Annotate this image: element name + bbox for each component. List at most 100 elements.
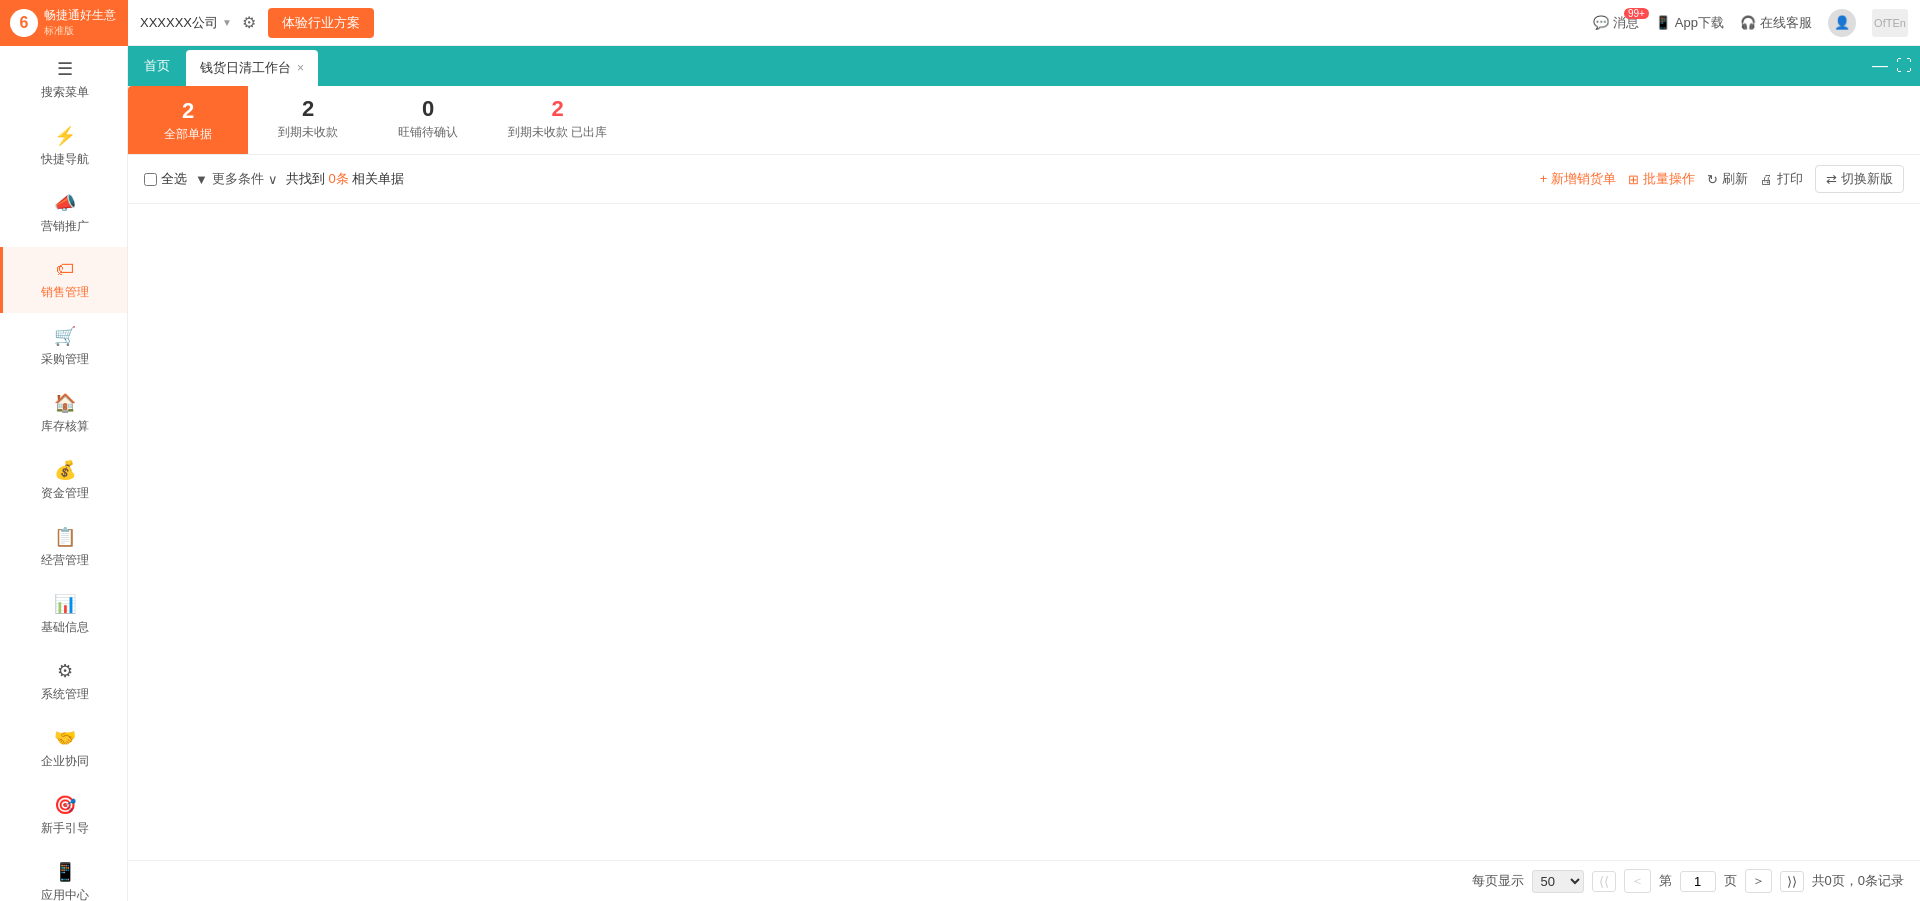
avatar-icon: 👤	[1834, 15, 1850, 30]
sidebar-item-guide[interactable]: 🎯 新手引导	[0, 782, 127, 849]
logo-area: 6 畅捷通好生意 标准版	[0, 0, 128, 46]
sales-icon: 🏷	[56, 259, 74, 280]
stat-num-overdue: 2	[302, 96, 314, 122]
app-center-icon: 📱	[54, 861, 76, 883]
page-first-button[interactable]: ⟨⟨	[1592, 871, 1616, 892]
tab-home[interactable]: 首页	[128, 46, 186, 86]
stat-num-pending: 0	[422, 96, 434, 122]
new-sale-button[interactable]: + 新增销货单	[1540, 170, 1616, 188]
sidebar-item-marketing[interactable]: 📣 营销推广	[0, 180, 127, 247]
batch-icon: ⊞	[1628, 172, 1639, 187]
page-size-label: 每页显示	[1472, 872, 1524, 890]
sidebar-item-search-menu[interactable]: ☰ 搜索菜单	[0, 46, 127, 113]
company-name: XXXXXX公司	[140, 14, 218, 32]
stat-label-all: 全部单据	[164, 126, 212, 143]
print-icon: 🖨	[1760, 172, 1773, 187]
sidebar-label-sales: 销售管理	[41, 284, 89, 301]
stat-tab-all[interactable]: 2 全部单据	[128, 86, 248, 154]
tab-minimize-icon[interactable]: —	[1872, 57, 1888, 75]
finance-icon: 💰	[54, 459, 76, 481]
logo-text: 畅捷通好生意 标准版	[44, 8, 116, 37]
page-input[interactable]	[1680, 871, 1716, 892]
sidebar-item-system[interactable]: ⚙ 系统管理	[0, 648, 127, 715]
select-all-checkbox[interactable]	[144, 173, 157, 186]
print-label: 打印	[1777, 170, 1803, 188]
sidebar-item-basic-info[interactable]: 📊 基础信息	[0, 581, 127, 648]
tab-maximize-icon[interactable]: ⛶	[1896, 57, 1912, 75]
sidebar-label-operation: 经营管理	[41, 552, 89, 569]
batch-label: 批量操作	[1643, 170, 1695, 188]
app-download-label: App下载	[1675, 14, 1724, 32]
online-service-action[interactable]: 🎧 在线客服	[1740, 14, 1812, 32]
logo-icon: 6	[10, 9, 38, 37]
sidebar-label-cooperation: 企业协同	[41, 753, 89, 770]
quick-nav-icon: ⚡	[54, 125, 76, 147]
page-label: 第	[1659, 872, 1672, 890]
message-action[interactable]: 💬 消息 99+	[1593, 14, 1639, 32]
settings-icon[interactable]: ⚙	[242, 13, 256, 32]
stat-num-all: 2	[182, 98, 194, 124]
switch-version-button[interactable]: ⇄ 切换新版	[1815, 165, 1904, 193]
sidebar-item-inventory[interactable]: 🏠 库存核算	[0, 380, 127, 447]
sidebar-label-quick-nav: 快捷导航	[41, 151, 89, 168]
stat-tab-overdue[interactable]: 2 到期未收款	[248, 86, 368, 154]
print-button[interactable]: 🖨 打印	[1760, 170, 1803, 188]
page-last-button[interactable]: ⟩⟩	[1780, 871, 1804, 892]
sidebar-label-search-menu: 搜索菜单	[41, 84, 89, 101]
tab-bar-right: — ⛶	[1872, 57, 1920, 75]
company-selector[interactable]: XXXXXX公司 ▼	[140, 14, 232, 32]
marketing-icon: 📣	[54, 192, 76, 214]
found-suffix: 相关单据	[352, 171, 404, 186]
pagination: 每页显示 50 100 ⟨⟨ ＜ 第 页 ＞ ⟩⟩ 共0页，0条记录	[128, 860, 1920, 901]
stat-label-pending: 旺铺待确认	[398, 124, 458, 141]
sidebar-item-cooperation[interactable]: 🤝 企业协同	[0, 715, 127, 782]
filter-arrow-icon: ∨	[268, 172, 278, 187]
sidebar-label-app-center: 应用中心	[41, 887, 89, 901]
sidebar-item-purchase[interactable]: 🛒 采购管理	[0, 313, 127, 380]
app-download-action[interactable]: 📱 App下载	[1655, 14, 1724, 32]
user-placeholder: OfTEn	[1874, 17, 1906, 29]
toolbar-left: 全选 ▼ 更多条件 ∨ 共找到 0条 相关单据	[144, 170, 404, 188]
search-menu-icon: ☰	[57, 58, 73, 80]
sidebar: ☰ 搜索菜单 ⚡ 快捷导航 📣 营销推广 🏷 销售管理 🛒 采购管理 🏠 库存核…	[0, 46, 128, 901]
page-size-select[interactable]: 50 100	[1532, 870, 1584, 893]
batch-operation-button[interactable]: ⊞ 批量操作	[1628, 170, 1695, 188]
switch-label: 切换新版	[1841, 170, 1893, 188]
company-dropdown-icon: ▼	[222, 17, 232, 28]
inner-content: 2 全部单据 2 到期未收款 0 旺铺待确认 2 到期未收款 已出库	[128, 86, 1920, 901]
cooperation-icon: 🤝	[54, 727, 76, 749]
page-unit: 页	[1724, 872, 1737, 890]
tab-close-icon[interactable]: ×	[297, 61, 304, 75]
stat-tab-pending[interactable]: 0 旺铺待确认	[368, 86, 488, 154]
stat-label-overdue: 到期未收款	[278, 124, 338, 141]
basic-info-icon: 📊	[54, 593, 76, 615]
refresh-icon: ↻	[1707, 172, 1718, 187]
sidebar-item-quick-nav[interactable]: ⚡ 快捷导航	[0, 113, 127, 180]
filter-label: 更多条件	[212, 170, 264, 188]
select-all-label[interactable]: 全选	[144, 170, 187, 188]
stats-tabs: 2 全部单据 2 到期未收款 0 旺铺待确认 2 到期未收款 已出库	[128, 86, 1920, 155]
page-next-button[interactable]: ＞	[1745, 869, 1772, 893]
stat-num-shipped: 2	[552, 96, 564, 122]
refresh-label: 刷新	[1722, 170, 1748, 188]
online-service-icon: 🎧	[1740, 15, 1756, 30]
filter-icon: ▼	[195, 172, 208, 187]
refresh-button[interactable]: ↻ 刷新	[1707, 170, 1748, 188]
tab-active[interactable]: 钱货日清工作台 ×	[186, 50, 318, 86]
content-area: 首页 钱货日清工作台 × — ⛶ 2 全部单据 2 到期未收款	[128, 46, 1920, 901]
stat-tab-shipped[interactable]: 2 到期未收款 已出库	[488, 86, 627, 154]
sidebar-item-operation[interactable]: 📋 经营管理	[0, 514, 127, 581]
sidebar-item-finance[interactable]: 💰 资金管理	[0, 447, 127, 514]
message-badge: 99+	[1624, 8, 1649, 19]
sidebar-item-sales[interactable]: 🏷 销售管理	[0, 247, 127, 313]
experience-button[interactable]: 体验行业方案	[268, 8, 374, 38]
toolbar-right: + 新增销货单 ⊞ 批量操作 ↻ 刷新 🖨 打印 ⇄	[1540, 165, 1904, 193]
guide-icon: 🎯	[54, 794, 76, 816]
message-icon: 💬	[1593, 15, 1609, 30]
page-prev-button[interactable]: ＜	[1624, 869, 1651, 893]
online-service-label: 在线客服	[1760, 14, 1812, 32]
avatar[interactable]: 👤	[1828, 9, 1856, 37]
sidebar-item-app-center[interactable]: 📱 应用中心	[0, 849, 127, 901]
filter-button[interactable]: ▼ 更多条件 ∨	[195, 170, 278, 188]
toolbar: 全选 ▼ 更多条件 ∨ 共找到 0条 相关单据 + 新增销货单	[128, 155, 1920, 204]
